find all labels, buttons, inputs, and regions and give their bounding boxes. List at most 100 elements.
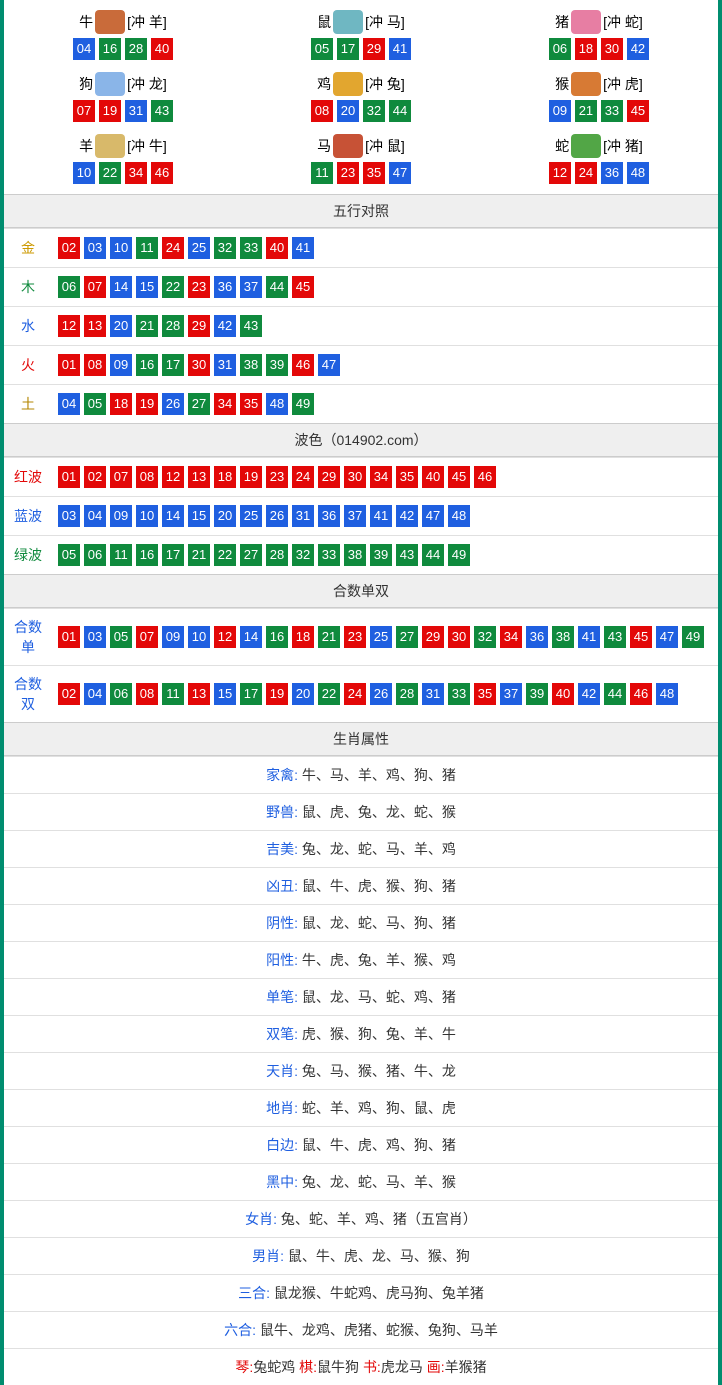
- number-ball: 17: [337, 38, 359, 60]
- number-ball: 04: [73, 38, 95, 60]
- number-ball: 32: [214, 237, 236, 259]
- number-ball: 16: [99, 38, 121, 60]
- number-ball: 20: [214, 505, 236, 527]
- number-ball: 02: [58, 237, 80, 259]
- number-ball: 33: [240, 237, 262, 259]
- number-ball: 07: [73, 100, 95, 122]
- attr-row: 天肖: 兔、马、猴、猪、牛、龙: [4, 1053, 718, 1090]
- number-ball: 13: [188, 683, 210, 705]
- row-label: 水: [4, 307, 52, 346]
- zodiac-name: 马: [317, 136, 331, 156]
- number-ball: 35: [240, 393, 262, 415]
- number-ball: 12: [162, 466, 184, 488]
- number-ball: 46: [151, 162, 173, 184]
- attr-label: 阳性:: [266, 952, 298, 968]
- attr-row: 白边: 鼠、牛、虎、鸡、狗、猪: [4, 1127, 718, 1164]
- number-ball: 36: [318, 505, 340, 527]
- number-ball: 42: [396, 505, 418, 527]
- number-ball: 45: [448, 466, 470, 488]
- number-ball: 04: [84, 683, 106, 705]
- number-ball: 01: [58, 354, 80, 376]
- ball-row: 09213345: [480, 100, 718, 122]
- zodiac-cell: 鼠[冲 马]05172941: [242, 4, 480, 66]
- number-ball: 24: [575, 162, 597, 184]
- zodiac-conflict: [冲 龙]: [127, 74, 167, 94]
- number-ball: 17: [240, 683, 262, 705]
- heshu-table: 合数单0103050709101214161821232527293032343…: [4, 608, 718, 722]
- zodiac-cell: 猴[冲 虎]09213345: [480, 66, 718, 128]
- number-ball: 17: [162, 354, 184, 376]
- zodiac-conflict: [冲 兔]: [365, 74, 405, 94]
- number-ball: 47: [389, 162, 411, 184]
- zodiac-conflict: [冲 羊]: [127, 12, 167, 32]
- number-ball: 35: [363, 162, 385, 184]
- number-ball: 25: [240, 505, 262, 527]
- row-label: 土: [4, 385, 52, 424]
- number-ball: 20: [337, 100, 359, 122]
- number-ball: 09: [549, 100, 571, 122]
- number-ball: 10: [110, 237, 132, 259]
- number-ball: 19: [99, 100, 121, 122]
- number-ball: 47: [422, 505, 444, 527]
- row-balls: 0102070812131819232429303435404546: [52, 458, 718, 497]
- zodiac-conflict: [冲 鼠]: [365, 136, 405, 156]
- number-ball: 30: [188, 354, 210, 376]
- number-ball: 01: [58, 466, 80, 488]
- number-ball: 16: [136, 544, 158, 566]
- number-ball: 40: [151, 38, 173, 60]
- attr-label: 双笔:: [266, 1026, 298, 1042]
- number-ball: 48: [656, 683, 678, 705]
- number-ball: 13: [84, 315, 106, 337]
- attr-row: 阴性: 鼠、龙、蛇、马、狗、猪: [4, 905, 718, 942]
- number-ball: 30: [601, 38, 623, 60]
- attr-label: 天肖:: [266, 1063, 298, 1079]
- attr-label: 地肖:: [266, 1100, 298, 1116]
- number-ball: 03: [84, 237, 106, 259]
- attr-label: 吉美:: [266, 841, 298, 857]
- number-ball: 18: [110, 393, 132, 415]
- number-ball: 44: [604, 683, 626, 705]
- row-balls: 02031011242532334041: [52, 229, 718, 268]
- number-ball: 04: [84, 505, 106, 527]
- number-ball: 08: [311, 100, 333, 122]
- number-ball: 45: [630, 626, 652, 648]
- attr-value: 蛇、羊、鸡、狗、鼠、虎: [298, 1100, 456, 1116]
- number-ball: 10: [188, 626, 210, 648]
- zodiac-icon: [95, 72, 125, 96]
- number-ball: 03: [58, 505, 80, 527]
- zodiac-name: 羊: [79, 136, 93, 156]
- attr-row: 家禽: 牛、马、羊、鸡、狗、猪: [4, 757, 718, 794]
- attr-row: 阳性: 牛、虎、兔、羊、猴、鸡: [4, 942, 718, 979]
- row-label: 合数单: [4, 609, 52, 666]
- number-ball: 39: [266, 354, 288, 376]
- zodiac-icon: [333, 72, 363, 96]
- attr-label: 白边:: [266, 1137, 298, 1153]
- attr-label: 男肖:: [252, 1248, 284, 1264]
- number-ball: 12: [214, 626, 236, 648]
- number-ball: 35: [396, 466, 418, 488]
- attr-label: 野兽:: [266, 804, 298, 820]
- zodiac-icon: [333, 10, 363, 34]
- attr-row: 男肖: 鼠、牛、虎、龙、马、猴、狗: [4, 1238, 718, 1275]
- number-ball: 34: [370, 466, 392, 488]
- number-ball: 08: [136, 466, 158, 488]
- number-ball: 41: [389, 38, 411, 60]
- number-ball: 44: [422, 544, 444, 566]
- number-ball: 09: [110, 354, 132, 376]
- number-ball: 25: [370, 626, 392, 648]
- number-ball: 10: [136, 505, 158, 527]
- attr-value: 鼠、牛、虎、龙、马、猴、狗: [284, 1248, 470, 1264]
- number-ball: 16: [266, 626, 288, 648]
- zodiac-conflict: [冲 马]: [365, 12, 405, 32]
- zodiac-icon: [571, 72, 601, 96]
- number-ball: 05: [58, 544, 80, 566]
- number-ball: 41: [370, 505, 392, 527]
- number-ball: 21: [575, 100, 597, 122]
- wuxing-table: 金02031011242532334041木060714152223363744…: [4, 228, 718, 423]
- number-ball: 19: [136, 393, 158, 415]
- number-ball: 34: [500, 626, 522, 648]
- zodiac-cell: 狗[冲 龙]07193143: [4, 66, 242, 128]
- attr-label: 三合:: [238, 1285, 270, 1301]
- number-ball: 10: [73, 162, 95, 184]
- number-ball: 38: [344, 544, 366, 566]
